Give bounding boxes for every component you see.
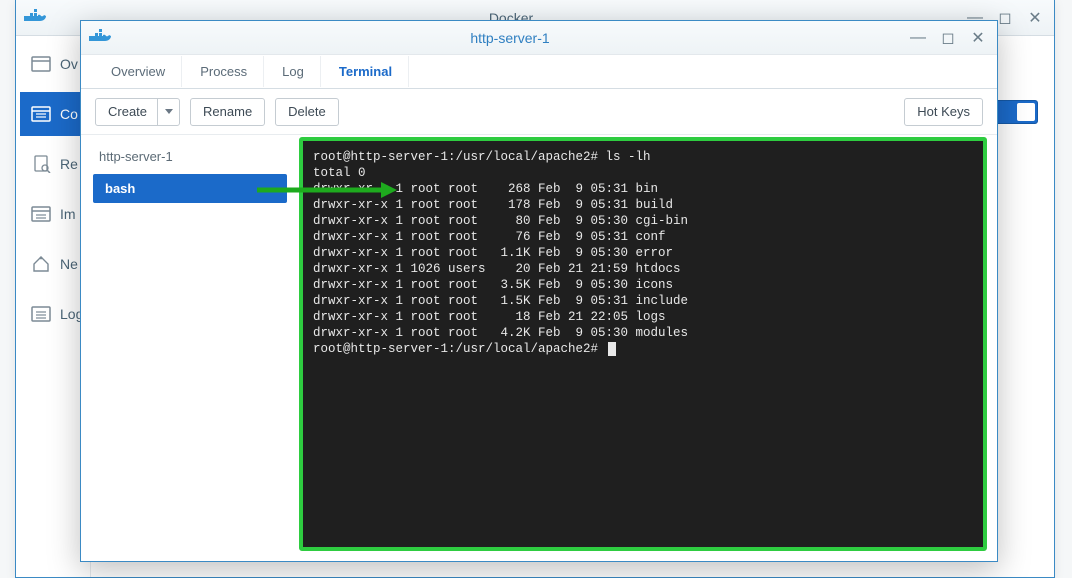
container-icon [30,105,52,123]
container-detail-window: http-server-1 — ◻ ✕ Overview Process Log… [80,20,998,562]
search-icon [30,155,52,173]
button-label: Delete [288,104,326,119]
session-label: bash [105,181,135,196]
terminal-sessions-panel: http-server-1 bash [81,135,299,561]
maximize-button[interactable]: ◻ [937,27,959,49]
button-label: Hot Keys [917,104,970,119]
list-icon [30,305,52,323]
minimize-button[interactable]: — [907,27,929,49]
tab-label: Log [282,64,304,79]
sidebar-item-label: Ne [60,256,78,272]
sidebar-item-label: Im [60,206,76,222]
sidebar-item-network[interactable]: Ne [20,242,86,286]
docker-logo-icon [89,29,113,47]
tab-label: Overview [111,64,165,79]
sidebar-item-image[interactable]: Im [20,192,86,236]
sidebar-item-log[interactable]: Log [20,292,86,336]
sidebar-item-label: Re [60,156,78,172]
terminal-cursor [608,342,616,356]
rename-button[interactable]: Rename [190,98,265,126]
tab-label: Process [200,64,247,79]
container-toggle[interactable] [994,100,1038,124]
tab-bar: Overview Process Log Terminal [81,55,997,89]
create-button[interactable]: Create [95,98,180,126]
docker-logo-icon [24,9,48,27]
window-icon [30,55,52,73]
tab-process[interactable]: Process [184,56,264,87]
close-button[interactable]: ✕ [967,27,989,49]
sidebar-item-label: Co [60,106,78,122]
terminal-highlight-box: root@http-server-1:/usr/local/apache2# l… [299,137,987,551]
sidebar-item-label: Ov [60,56,78,72]
button-label: Create [108,104,147,119]
button-label: Rename [203,104,252,119]
sidebar-item-registry[interactable]: Re [20,142,86,186]
terminal-session-bash[interactable]: bash [93,174,287,203]
image-icon [30,205,52,223]
sidebar-item-container[interactable]: Co [20,92,86,136]
content-area: http-server-1 bash root@http-server-1:/u… [81,135,997,561]
terminal-session-header: http-server-1 [93,143,287,170]
delete-button[interactable]: Delete [275,98,339,126]
tab-log[interactable]: Log [266,56,321,87]
tab-label: Terminal [339,64,392,79]
hot-keys-button[interactable]: Hot Keys [904,98,983,126]
house-icon [30,255,52,273]
sidebar-item-overview[interactable]: Ov [20,42,86,86]
tab-terminal[interactable]: Terminal [323,56,409,87]
chevron-down-icon[interactable] [157,99,179,125]
terminal-area: root@http-server-1:/usr/local/apache2# l… [299,135,997,561]
terminal-output[interactable]: root@http-server-1:/usr/local/apache2# l… [313,149,973,357]
container-window-title: http-server-1 [113,30,907,46]
tab-overview[interactable]: Overview [95,56,182,87]
toolbar: Create Rename Delete Hot Keys [81,89,997,135]
container-titlebar: http-server-1 — ◻ ✕ [81,21,997,55]
close-button[interactable]: ✕ [1024,7,1046,29]
